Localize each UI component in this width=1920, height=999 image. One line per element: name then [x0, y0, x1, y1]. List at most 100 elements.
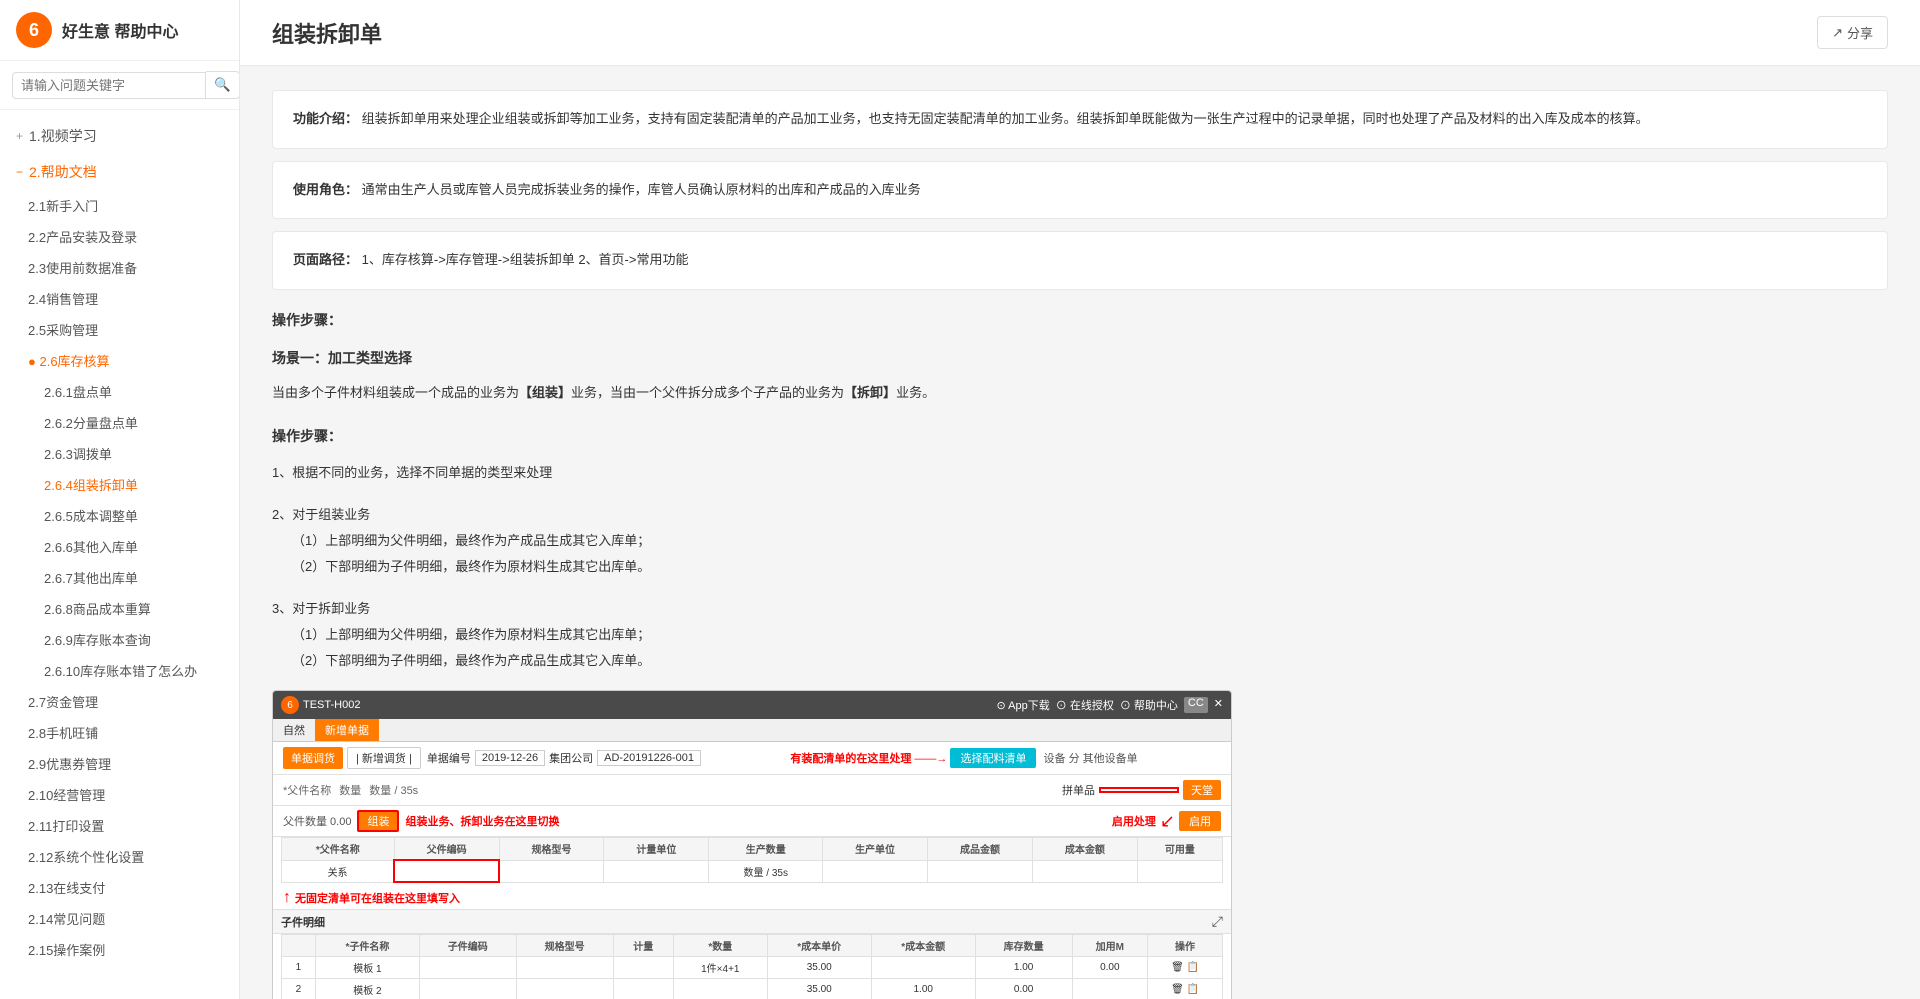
sidebar-item-customize[interactable]: 2.12系统个性化设置 — [28, 841, 239, 872]
sidebar-item-transfer[interactable]: 2.6.3调拨单 — [44, 438, 239, 469]
share-label: 分享 — [1847, 23, 1873, 42]
share-icon: ↗ — [1832, 25, 1843, 41]
path-label: 页面路径： — [293, 252, 358, 267]
main-header: 组装拆卸单 ↗ 分享 — [240, 0, 1920, 66]
scene1-label: 场景一：加工类型选择 — [272, 344, 1888, 372]
mock-annotation5-row: ↑ 无固定清单可在组装在这里填写入 — [273, 887, 1231, 909]
mock-enable-btn[interactable]: 启用 — [1179, 811, 1221, 831]
mock-assembly-toggle[interactable]: 组装 — [357, 810, 399, 832]
path-box: 页面路径： 1、库存核算->库存管理->组装拆卸单 2、首页->常用功能 — [272, 231, 1888, 290]
sidebar-item-print[interactable]: 2.11打印设置 — [28, 810, 239, 841]
sidebar-item-finance[interactable]: 2.7资金管理 — [28, 686, 239, 717]
sidebar-item-assembly[interactable]: 2.6.4组装拆卸单 — [44, 469, 239, 500]
mock-bottom-table-wrapper: *子件名称 子件编码 规格型号 计量 *数量 *成本单价 *成本金额 库存数量 … — [273, 934, 1231, 999]
content-area: 功能介绍： 组装拆卸单用来处理企业组装或拆卸等加工业务，支持有固定装配清单的产品… — [240, 66, 1920, 999]
mock-top-table: *父件名称 父件编码 规格型号 计量单位 生产数量 生产单位 成品金额 成本金额… — [281, 837, 1223, 883]
sidebar-item-cost-recalc[interactable]: 2.6.8商品成本重算 — [44, 593, 239, 624]
search-input[interactable] — [12, 72, 206, 99]
mock-top-table-wrapper: *父件名称 父件编码 规格型号 计量单位 生产数量 生产单位 成品金额 成本金额… — [273, 837, 1231, 887]
role-label: 使用角色： — [293, 182, 358, 197]
intro-box: 功能介绍： 组装拆卸单用来处理企业组装或拆卸等加工业务，支持有固定装配清单的产品… — [272, 90, 1888, 149]
scene1-desc: 当由多个子件材料组装成一个成品的业务为【组装】业务，当由一个父件拆分成多个子产品… — [272, 380, 1888, 406]
step2-2: （2）下部明细为子件明细，最终作为原材料生成其它出库单。 — [272, 554, 1888, 580]
mock-expand-icon[interactable]: ⤢ — [1212, 913, 1223, 930]
search-box: 🔍 — [0, 61, 239, 110]
sidebar-item-faq[interactable]: 2.14常见问题 — [28, 903, 239, 934]
sidebar-item-inventory-fix[interactable]: 2.6.10库存账本错了怎么办 — [44, 655, 239, 686]
nav-list: + 1.视频学习 − 2.帮助文档 2.1新手入门 2.2产品安装及登录 2.3… — [0, 110, 239, 999]
mock-annotation-row: 父件数量 0.00 组装 组装业务、拆卸业务在这里切换 启用处理 ↙ 启用 — [273, 806, 1231, 837]
mock-nav: 自然 新增单据 — [273, 719, 1231, 742]
mock-toolbar: 单据调货 | 新增调货 | 单据编号 2019-12-26 集团公司 AD-20… — [273, 742, 1231, 775]
intro-text: 组装拆卸单用来处理企业组装或拆卸等加工业务，支持有固定装配清单的产品加工业务，也… — [362, 111, 1649, 126]
minus-icon: − — [16, 165, 23, 179]
page-title: 组装拆卸单 — [272, 17, 382, 49]
mock-tab-home[interactable]: 自然 — [273, 719, 315, 741]
sidebar-item-dataprep[interactable]: 2.3使用前数据准备 — [28, 252, 239, 283]
sidebar-item-mobile[interactable]: 2.8手机旺铺 — [28, 717, 239, 748]
mock-form-row: *父件名称 数量 数量 / 35s 拼单品 天堂 — [273, 775, 1231, 806]
scene1-steps-label: 操作步骤： — [272, 422, 1888, 450]
sidebar-header: 6 好生意 帮助中心 — [0, 0, 239, 61]
sidebar-item-install[interactable]: 2.2产品安装及登录 — [28, 221, 239, 252]
annotation3: 组装业务、拆卸业务在这里切换 — [405, 813, 559, 829]
sidebar-item-coupon[interactable]: 2.9优惠券管理 — [28, 748, 239, 779]
mock-bottom-section-header: 子件明细 ⤢ — [273, 909, 1231, 934]
step2: 2、对于组装业务 — [272, 502, 1888, 528]
logo: 6 — [16, 12, 52, 48]
sidebar-item-payment[interactable]: 2.13在线支付 — [28, 872, 239, 903]
step3: 3、对于拆卸业务 — [272, 596, 1888, 622]
sidebar-item-partial-stocktake[interactable]: 2.6.2分量盘点单 — [44, 407, 239, 438]
annotation4: 启用处理 — [1112, 813, 1156, 829]
main-content: 组装拆卸单 ↗ 分享 功能介绍： 组装拆卸单用来处理企业组装或拆卸等加工业务，支… — [240, 0, 1920, 999]
mock-supplier-input[interactable] — [1099, 787, 1179, 793]
sidebar: 6 好生意 帮助中心 🔍 + 1.视频学习 − 2.帮助文档 2.1新手入门 2… — [0, 0, 240, 999]
step3-1: （1）上部明细为父件明细，最终作为原材料生成其它出库单； — [272, 622, 1888, 648]
mock-titlebar: 6 TEST-H002 ⊙ App下载 ⊙ 在线授权 ⊙ 帮助中心 CC ✕ — [273, 691, 1231, 719]
annotation1: 有装配清单的在这里处理 — [790, 753, 911, 765]
role-text: 通常由生产人员或库管人员完成拆装业务的操作，库管人员确认原材料的出库和产成品的入… — [362, 182, 921, 197]
sidebar-item-purchase[interactable]: 2.5采购管理 — [28, 314, 239, 345]
sidebar-item-cost-adjust[interactable]: 2.6.5成本调整单 — [44, 500, 239, 531]
steps-section: 操作步骤： 场景一：加工类型选择 当由多个子件材料组装成一个成品的业务为【组装】… — [272, 306, 1888, 674]
step1: 1、根据不同的业务，选择不同单据的类型来处理 — [272, 460, 1888, 486]
sidebar-item-inventory-book[interactable]: 2.6.9库存账本查询 — [44, 624, 239, 655]
share-button[interactable]: ↗ 分享 — [1817, 16, 1888, 49]
intro-label: 功能介绍： — [293, 111, 358, 126]
screenshot-mockup: 6 TEST-H002 ⊙ App下载 ⊙ 在线授权 ⊙ 帮助中心 CC ✕ 自… — [272, 690, 1232, 999]
path-text: 1、库存核算->库存管理->组装拆卸单 2、首页->常用功能 — [362, 252, 689, 267]
sidebar-item-inventory[interactable]: ● 2.6库存核算 — [28, 345, 239, 376]
sidebar-item-stocktake[interactable]: 2.6.1盘点单 — [44, 376, 239, 407]
sidebar-item-other-in[interactable]: 2.6.6其他入库单 — [44, 531, 239, 562]
search-button[interactable]: 🔍 — [206, 71, 240, 99]
sidebar-item-video[interactable]: + 1.视频学习 — [0, 118, 239, 154]
sidebar-item-operations[interactable]: 2.10经营管理 — [28, 779, 239, 810]
table-row: 关系 数量 / 35s — [282, 860, 1223, 882]
sidebar-item-cases[interactable]: 2.15操作案例 — [28, 934, 239, 965]
mock-tab-new[interactable]: 新增单据 — [315, 719, 379, 741]
mock-search-btn[interactable]: 天堂 — [1183, 780, 1221, 800]
mock-new-btn[interactable]: 单据调货 — [283, 747, 343, 769]
nav-label: 1.视频学习 — [29, 126, 97, 146]
plus-icon: + — [16, 129, 23, 143]
nav-label: 2.帮助文档 — [29, 162, 97, 182]
sidebar-item-docs[interactable]: − 2.帮助文档 2.1新手入门 2.2产品安装及登录 2.3使用前数据准备 2… — [0, 154, 239, 965]
mock-close-icon: ✕ — [1214, 697, 1223, 713]
sidebar-item-newcomer[interactable]: 2.1新手入门 — [28, 190, 239, 221]
mock-logo: 6 — [281, 696, 299, 714]
role-box: 使用角色： 通常由生产人员或库管人员完成拆装业务的操作，库管人员确认原材料的出库… — [272, 161, 1888, 220]
mock-bottom-table: *子件名称 子件编码 规格型号 计量 *数量 *成本单价 *成本金额 库存数量 … — [281, 934, 1223, 999]
table-row: 1 模板 1 1件×4+1 35.00 1.00 0.00 🗑 📋 — [282, 957, 1223, 979]
step3-2: （2）下部明细为子件明细，最终作为产成品生成其它入库单。 — [272, 648, 1888, 674]
step2-1: （1）上部明细为父件明细，最终作为产成品生成其它入库单； — [272, 528, 1888, 554]
nav-sub-docs: 2.1新手入门 2.2产品安装及登录 2.3使用前数据准备 2.4销售管理 2.… — [0, 190, 239, 965]
annotation5: 无固定清单可在组装在这里填写入 — [295, 890, 460, 906]
steps-label: 操作步骤： — [272, 306, 1888, 334]
sidebar-item-other-out[interactable]: 2.6.7其他出库单 — [44, 562, 239, 593]
table-row: 2 模板 2 35.00 1.00 0.00 🗑 📋 — [282, 979, 1223, 999]
sidebar-item-sales[interactable]: 2.4销售管理 — [28, 283, 239, 314]
mock-title: TEST-H002 — [303, 699, 360, 711]
app-title: 好生意 帮助中心 — [62, 18, 178, 42]
mock-list-btn[interactable]: | 新增调货 | — [347, 747, 421, 769]
mock-assign-btn[interactable]: 选择配料清单 — [950, 748, 1036, 768]
